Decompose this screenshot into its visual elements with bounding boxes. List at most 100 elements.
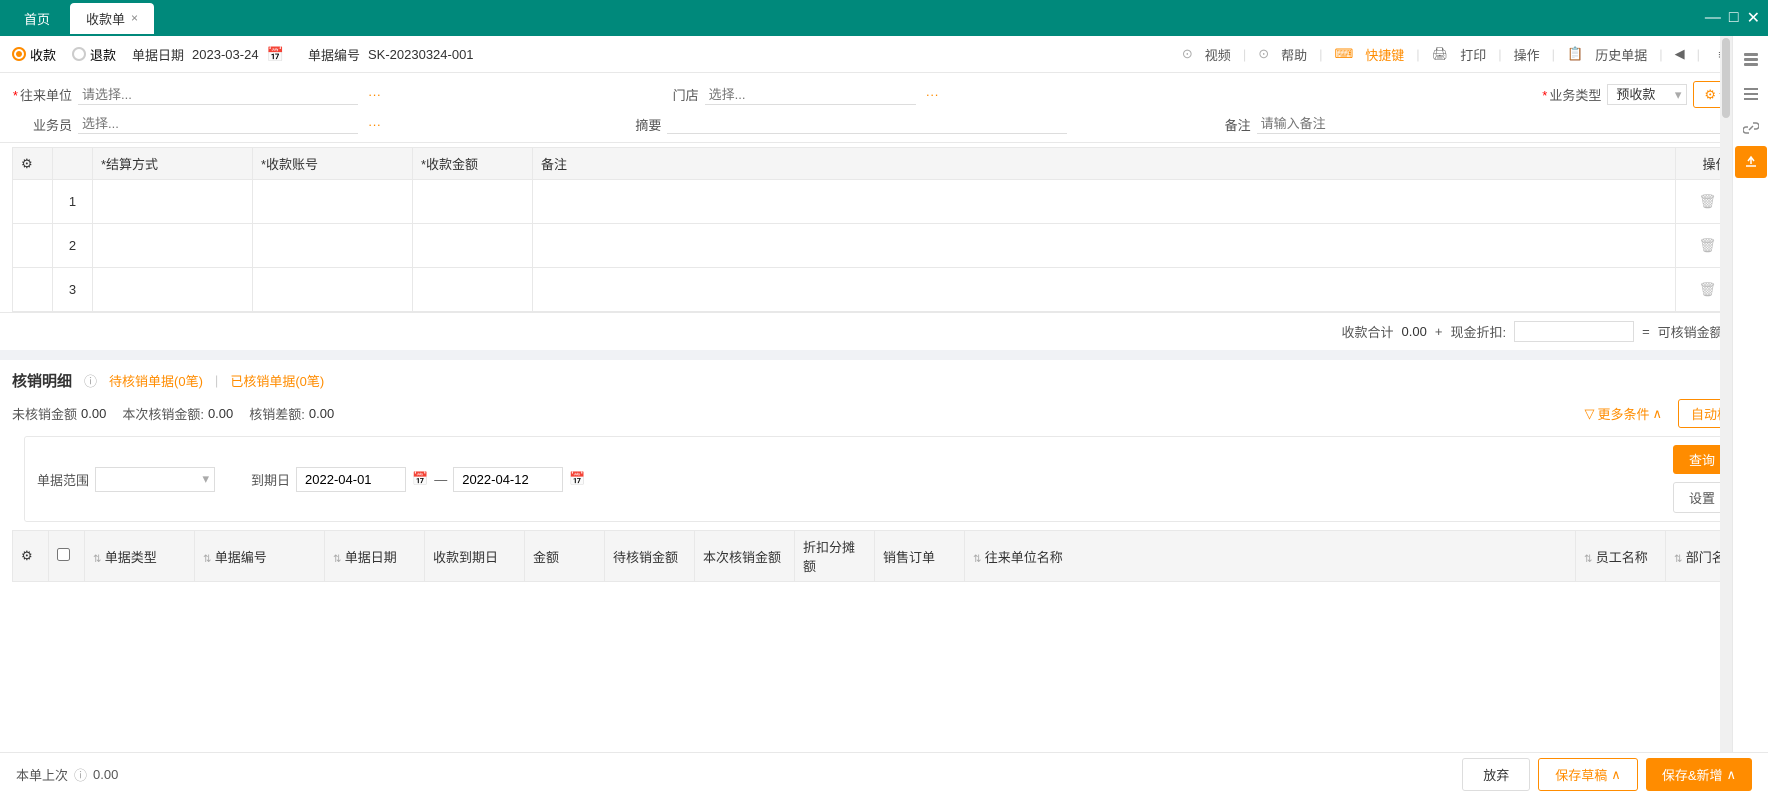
hx-settings-icon: ⚙	[21, 548, 33, 563]
table-row: 3 🗑 ⧉	[13, 268, 1756, 312]
business-type-select[interactable]: 预收款	[1607, 84, 1687, 105]
tab-bar: 首页 收款单 × — □ ✕	[0, 0, 1768, 36]
remark-input[interactable]	[1257, 114, 1756, 134]
sum-label2: 现金折扣:	[1450, 322, 1506, 341]
delete-icon-3[interactable]: 🗑	[1699, 281, 1717, 298]
close-icon[interactable]: ✕	[1747, 8, 1760, 28]
due-date-from-input[interactable]	[296, 467, 406, 492]
shortcut-btn[interactable]: 快捷键	[1365, 45, 1404, 64]
td-account-1[interactable]	[253, 180, 413, 224]
tab-home[interactable]: 首页	[8, 3, 66, 34]
table-header-row: ⚙ *结算方式 *收款账号 *收款金额 备注 操作	[13, 148, 1756, 180]
bottom-left: 本单上次 ⓘ 0.00	[16, 765, 118, 784]
scrollbar[interactable]	[1720, 36, 1732, 796]
td-amount-3[interactable]	[413, 268, 533, 312]
side-icon-link[interactable]	[1735, 112, 1767, 144]
hx-diff-val: 0.00	[309, 406, 334, 421]
td-amount-1[interactable]	[413, 180, 533, 224]
radio-refund[interactable]: 退款	[72, 45, 116, 64]
td-settle-3[interactable]	[93, 268, 253, 312]
staff-field: 业务员 ···	[12, 114, 577, 134]
td-settle-2[interactable]	[93, 224, 253, 268]
summary-input[interactable]	[667, 114, 1067, 134]
th-settings[interactable]: ⚙	[13, 148, 53, 180]
cash-discount-input[interactable]	[1514, 321, 1634, 342]
video-btn[interactable]: 视频	[1205, 45, 1231, 64]
hx-stat-uncancelled: 未核销金额 0.00	[12, 404, 106, 423]
hx-sort-partner[interactable]: ⇅	[973, 554, 981, 565]
hx-amount-label: 金额	[533, 550, 559, 565]
tab-active[interactable]: 收款单 ×	[70, 3, 154, 34]
summary-field: 摘要	[601, 114, 1166, 134]
td-idx-1: 1	[53, 180, 93, 224]
operation-btn[interactable]: 操作	[1514, 45, 1540, 64]
range-label: 单据范围	[37, 470, 89, 489]
calendar-icon[interactable]: 📅	[267, 46, 284, 63]
hx-th-amount: 金额	[525, 531, 605, 582]
td-settle-1[interactable]	[93, 180, 253, 224]
hx-pending-tab[interactable]: 待核销单据(0笔)	[109, 371, 203, 390]
range-select[interactable]	[95, 467, 215, 492]
hx-section: 核销明细 ⓘ 待核销单据(0笔) | 已核销单据(0笔) 未核销金额 0.00 …	[0, 360, 1768, 522]
store-more-icon[interactable]: ···	[926, 87, 939, 102]
hx-th-settings[interactable]: ⚙	[13, 531, 49, 582]
print-btn[interactable]: 打印	[1460, 45, 1486, 64]
save-new-btn[interactable]: 保存&新增 ∧	[1646, 758, 1752, 791]
td-account-2[interactable]	[253, 224, 413, 268]
history-btn[interactable]: 历史单据	[1595, 45, 1647, 64]
scroll-thumb[interactable]	[1722, 38, 1730, 118]
delete-icon-1[interactable]: 🗑	[1699, 193, 1717, 210]
hx-type-label: 单据类型	[105, 550, 157, 565]
side-icon-export[interactable]	[1735, 146, 1767, 178]
hx-sort-dept[interactable]: ⇅	[1674, 554, 1682, 565]
hx-tab-separator: |	[215, 373, 218, 388]
side-icon-list[interactable]	[1735, 78, 1767, 110]
partner-more-icon[interactable]: ···	[368, 87, 381, 102]
table-settings-icon: ⚙	[21, 156, 33, 171]
store-input[interactable]	[705, 85, 916, 105]
td-settings-2	[13, 224, 53, 268]
staff-more-icon[interactable]: ···	[368, 117, 381, 132]
hx-info-icon[interactable]: ⓘ	[84, 371, 97, 390]
help-btn[interactable]: 帮助	[1281, 45, 1307, 64]
td-remark-3[interactable]	[533, 268, 1676, 312]
hx-sort-type[interactable]: ⇅	[93, 554, 101, 565]
due-date-to-cal-icon[interactable]: 📅	[569, 471, 585, 487]
td-account-3[interactable]	[253, 268, 413, 312]
side-icon-table[interactable]	[1735, 44, 1767, 76]
td-remark-2[interactable]	[533, 224, 1676, 268]
td-idx-2: 2	[53, 224, 93, 268]
table-row: 1 🗑 ⧉	[13, 180, 1756, 224]
hx-select-all-checkbox[interactable]	[57, 548, 70, 561]
tab-active-label: 收款单	[86, 9, 125, 28]
maximize-icon[interactable]: □	[1729, 9, 1739, 27]
save-draft-btn[interactable]: 保存草稿 ∧	[1538, 758, 1638, 791]
tab-close-icon[interactable]: ×	[131, 11, 138, 25]
minimize-icon[interactable]: —	[1705, 9, 1721, 27]
last-order-info-icon[interactable]: ⓘ	[74, 765, 87, 784]
td-remark-1[interactable]	[533, 180, 1676, 224]
td-idx-3: 3	[53, 268, 93, 312]
hx-done-tab[interactable]: 已核销单据(0笔)	[230, 371, 324, 390]
doc-date-value: 2023-03-24	[192, 47, 259, 62]
shortcut-icon: ⌨	[1335, 46, 1354, 62]
sum-label1: 收款合计	[1342, 322, 1394, 341]
prev-icon[interactable]: ◀	[1675, 46, 1685, 62]
discard-btn[interactable]: 放弃	[1462, 758, 1530, 791]
delete-icon-2[interactable]: 🗑	[1699, 237, 1717, 254]
td-amount-2[interactable]	[413, 224, 533, 268]
due-date-from-cal-icon[interactable]: 📅	[412, 471, 428, 487]
hx-sort-num[interactable]: ⇅	[203, 554, 211, 565]
hx-th-checkbox[interactable]	[49, 531, 85, 582]
more-conditions-btn[interactable]: ▽ 更多条件 ∧	[1584, 404, 1662, 423]
more-conditions-label: 更多条件	[1597, 404, 1649, 423]
radio-receipt[interactable]: 收款	[12, 45, 56, 64]
hx-sort-staff[interactable]: ⇅	[1584, 554, 1592, 565]
staff-input[interactable]	[78, 114, 358, 134]
due-date-to-input[interactable]	[453, 467, 563, 492]
save-draft-label: 保存草稿	[1555, 765, 1607, 784]
date-dash: —	[434, 472, 447, 487]
hx-sort-date[interactable]: ⇅	[333, 554, 341, 565]
partner-input[interactable]	[78, 85, 358, 105]
tab-bar-left: 首页 收款单 ×	[8, 3, 154, 34]
